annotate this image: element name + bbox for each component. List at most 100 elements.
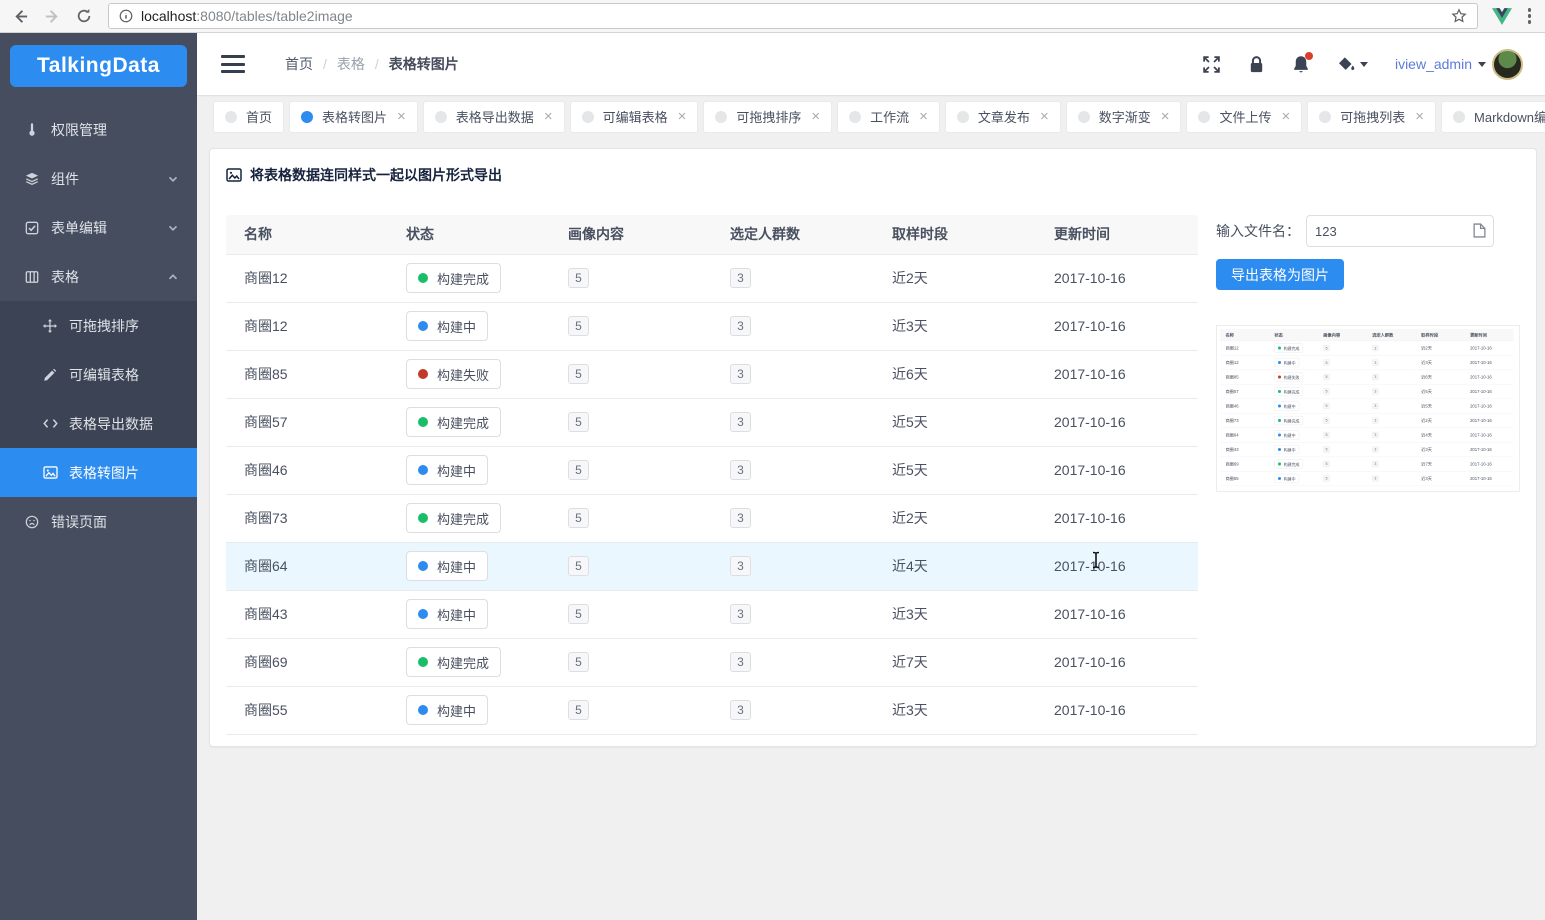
- cell-audience-count: 3: [712, 398, 874, 447]
- drag-sort-icon: [42, 318, 58, 333]
- status-dot: [418, 609, 428, 619]
- tab-文件上传[interactable]: 文件上传 ×: [1186, 100, 1303, 133]
- browser-reload-button[interactable]: [74, 6, 94, 26]
- status-badge: 构建失败: [406, 359, 502, 389]
- tab-可编辑表格[interactable]: 可编辑表格 ×: [569, 100, 699, 133]
- tab-close-icon[interactable]: ×: [1415, 109, 1424, 124]
- cell-portrait-count: 5: [550, 350, 712, 399]
- cell-period: 近7天: [874, 638, 1036, 687]
- breadcrumb-current: 表格转图片: [388, 56, 459, 72]
- cell-audience-count: 3: [712, 686, 874, 735]
- tab-label: 可拖拽排序: [736, 110, 802, 125]
- url-text: localhost:8080/tables/table2image: [141, 8, 353, 24]
- theme-switcher[interactable]: [1337, 56, 1368, 73]
- tab-status-dot: [434, 110, 447, 123]
- avatar[interactable]: [1492, 48, 1523, 80]
- portrait-count-box: 5: [568, 604, 589, 624]
- portrait-count-box: 5: [568, 652, 589, 672]
- tab-close-icon[interactable]: ×: [397, 109, 406, 124]
- cell-status: 构建中: [388, 302, 550, 351]
- breadcrumb-tables[interactable]: 表格: [337, 54, 365, 74]
- filename-input[interactable]: [1306, 215, 1494, 247]
- cell-period: 近4天: [874, 542, 1036, 591]
- notifications-bell-icon[interactable]: [1292, 51, 1313, 74]
- tab-close-icon[interactable]: ×: [919, 109, 928, 124]
- table-row: 商圈69 构建完成 5 3 近7天 2017-10-16: [226, 638, 1198, 687]
- username: iview_admin: [1394, 56, 1472, 72]
- sidebar-subitem-table-to-image[interactable]: 表格转图片: [0, 448, 197, 497]
- cell-period: 近5天: [874, 446, 1036, 495]
- chevron-down-icon: [1478, 61, 1486, 67]
- tab-status-dot: [715, 110, 728, 123]
- chevron-down-icon: [1359, 61, 1368, 67]
- portrait-count-box: 5: [568, 460, 589, 480]
- user-dropdown[interactable]: iview_admin: [1394, 48, 1523, 80]
- cell-period: 近2天: [874, 494, 1036, 543]
- cell-name: 商圈12: [226, 302, 388, 351]
- tab-close-icon[interactable]: ×: [1040, 109, 1049, 124]
- status-badge: 构建完成: [406, 407, 502, 437]
- tab-status-dot: [849, 110, 862, 123]
- bookmark-star-icon[interactable]: [1450, 8, 1467, 24]
- tab-close-icon[interactable]: ×: [544, 109, 553, 124]
- cell-name: 商圈12: [226, 254, 388, 303]
- browser-back-button[interactable]: [10, 6, 30, 26]
- key-icon: [24, 122, 40, 137]
- audience-count-box: 3: [730, 556, 751, 576]
- tab-表格导出数据[interactable]: 表格导出数据 ×: [422, 100, 565, 133]
- tab-可拖拽排序[interactable]: 可拖拽排序 ×: [703, 100, 833, 133]
- lock-icon[interactable]: [1248, 55, 1265, 74]
- tab-close-icon[interactable]: ×: [811, 109, 820, 124]
- cell-updated: 2017-10-16: [1036, 446, 1198, 495]
- cell-portrait-count: 5: [550, 254, 712, 303]
- site-info-icon[interactable]: [119, 9, 133, 23]
- status-label: 构建中: [437, 463, 477, 479]
- tab-文章发布[interactable]: 文章发布 ×: [944, 100, 1061, 133]
- cell-updated: 2017-10-16: [1036, 542, 1198, 591]
- sidebar-item-table[interactable]: 表格: [0, 252, 197, 301]
- data-table: 名称 状态 画像内容 选定人群数 取样时段 更新时间 商圈12 构建完成 5 3 近2天…: [1220, 329, 1514, 486]
- tab-close-icon[interactable]: ×: [1282, 109, 1291, 124]
- tab-status-dot: [1453, 110, 1466, 123]
- status-dot: [418, 465, 428, 475]
- table-row: 商圈57 构建完成 5 3 近5天 2017-10-16: [226, 398, 1198, 447]
- tab-表格转图片[interactable]: 表格转图片 ×: [289, 100, 418, 133]
- table-to-image-icon: [42, 466, 58, 479]
- tab-可拖拽列表[interactable]: 可拖拽列表 ×: [1307, 100, 1437, 133]
- breadcrumb: 首页 / 表格 / 表格转图片: [285, 54, 459, 74]
- browser-menu-icon[interactable]: [1524, 8, 1536, 24]
- sidebar-item-components[interactable]: 组件: [0, 154, 197, 203]
- status-dot: [418, 417, 428, 427]
- tab-close-icon[interactable]: ×: [678, 109, 687, 124]
- cell-status: 构建中: [388, 590, 550, 639]
- menu-toggle-button[interactable]: [221, 55, 245, 73]
- sidebar-item-key[interactable]: 权限管理: [0, 105, 197, 154]
- tab-首页[interactable]: 首页: [213, 100, 285, 133]
- card-title: 将表格数据连同样式一起以图片形式导出: [226, 165, 1520, 185]
- status-badge: 构建中: [406, 599, 489, 629]
- table-row: 商圈64 构建中 5 3 近4天 2017-10-16: [226, 542, 1198, 591]
- sidebar-subitem-drag-sort[interactable]: 可拖拽排序: [0, 301, 197, 350]
- browser-forward-button[interactable]: [42, 6, 62, 26]
- tab-close-icon[interactable]: ×: [1161, 109, 1170, 124]
- breadcrumb-home[interactable]: 首页: [285, 54, 313, 74]
- address-bar[interactable]: localhost:8080/tables/table2image: [108, 3, 1478, 29]
- sidebar-item-error-page[interactable]: 错误页面: [0, 497, 197, 546]
- cell-name: 商圈57: [226, 398, 388, 447]
- tab-Markdown编辑器[interactable]: Markdown编辑器×: [1441, 100, 1545, 133]
- sidebar-subitem-editable-table[interactable]: 可编辑表格: [0, 350, 197, 399]
- tab-status-dot: [1319, 110, 1332, 123]
- tab-工作流[interactable]: 工作流 ×: [837, 100, 940, 133]
- export-table-button[interactable]: 导出表格为图片: [1216, 259, 1344, 290]
- cell-portrait-count: 5: [550, 638, 712, 687]
- cell-audience-count: 3: [712, 302, 874, 351]
- tab-数字渐变[interactable]: 数字渐变 ×: [1065, 100, 1182, 133]
- fullscreen-icon[interactable]: [1202, 55, 1221, 74]
- vue-devtools-icon[interactable]: [1491, 7, 1512, 25]
- portrait-count-box: 5: [568, 556, 589, 576]
- status-dot: [418, 705, 428, 715]
- browser-chrome: localhost:8080/tables/table2image: [0, 0, 1545, 33]
- portrait-count-box: 5: [568, 316, 589, 336]
- sidebar-subitem-export-data[interactable]: 表格导出数据: [0, 399, 197, 448]
- sidebar-item-form-edit[interactable]: 表单编辑: [0, 203, 197, 252]
